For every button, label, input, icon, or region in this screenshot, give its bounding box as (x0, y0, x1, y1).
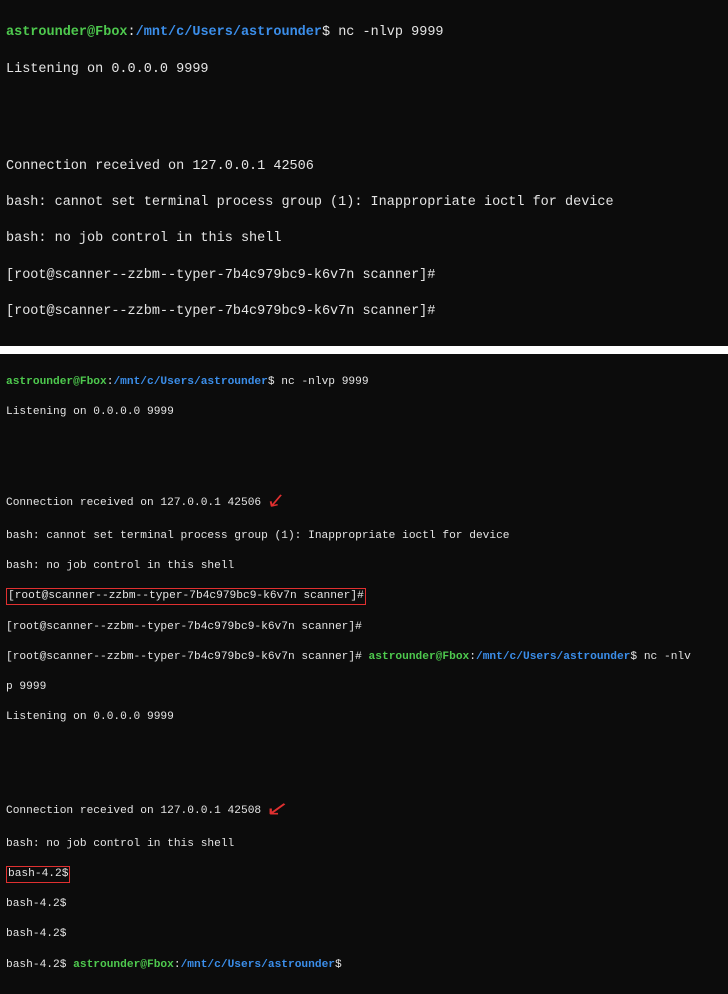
output-line: Listening on 0.0.0.0 9999 (6, 710, 722, 725)
output-line: bash: no job control in this shell (6, 230, 722, 248)
root-prompt: [root@scanner--zzbm--typer-7b4c979bc9-k6… (6, 651, 369, 663)
output-line: bash: no job control in this shell (6, 559, 722, 574)
output-line: bash: cannot set terminal process group … (6, 194, 722, 212)
bash-prompt: bash-4.2$ (6, 897, 722, 912)
command-text: nc -nlv (644, 651, 691, 663)
cwd-path: /mnt/c/Users/astrounder (136, 25, 322, 40)
output-line: Listening on 0.0.0.0 9999 (6, 61, 722, 79)
user-host: astrounder@Fbox (369, 651, 470, 663)
bash-prompt: bash-4.2$ (6, 959, 73, 971)
dollar: $ (268, 376, 275, 388)
dollar: $ (335, 959, 342, 971)
output-line: Listening on 0.0.0.0 9999 (6, 405, 722, 420)
terminal-session-bottom: astrounder@Fbox:/mnt/c/Users/astrounder$… (0, 354, 728, 994)
command-text: nc -nlvp 9999 (281, 376, 368, 388)
highlight-box: bash-4.2$ (6, 866, 70, 883)
prompt-line: bash-4.2$ astrounder@Fbox:/mnt/c/Users/a… (6, 958, 722, 973)
highlight-box: [root@scanner--zzbm--typer-7b4c979bc9-k6… (6, 588, 366, 605)
output-line-boxed: bash-4.2$ (6, 867, 722, 882)
cwd-path: /mnt/c/Users/astrounder (181, 959, 335, 971)
dollar: $ (630, 651, 637, 663)
prompt-line: astrounder@Fbox:/mnt/c/Users/astrounder$… (6, 375, 722, 390)
annotation-arrow-icon: ↙ (266, 797, 289, 824)
output-line: bash: no job control in this shell (6, 837, 722, 852)
output-line: Connection received on 127.0.0.1 42506 (6, 158, 722, 176)
sep: : (469, 651, 476, 663)
terminal-session-top: astrounder@Fbox:/mnt/c/Users/astrounder$… (0, 0, 728, 346)
cwd-path: /mnt/c/Users/astrounder (476, 651, 630, 663)
image-divider (0, 346, 728, 354)
root-prompt: [root@scanner--zzbm--typer-7b4c979bc9-k6… (6, 620, 722, 635)
sep: : (174, 959, 181, 971)
user-host: astrounder@Fbox (6, 25, 128, 40)
prompt-line: astrounder@Fbox:/mnt/c/Users/astrounder$… (6, 24, 722, 42)
user-host: astrounder@Fbox (73, 959, 174, 971)
output-line-with-arrow: Connection received on 127.0.0.1 42508 ↙ (6, 795, 722, 822)
bash-prompt: bash-4.2$ (6, 927, 722, 942)
root-prompt: [root@scanner--zzbm--typer-7b4c979bc9-k6… (6, 267, 722, 285)
annotation-arrow-icon: ↙ (265, 489, 289, 517)
output-line: p 9999 (6, 680, 722, 695)
sep: : (128, 25, 136, 40)
dollar: $ (322, 25, 330, 40)
prompt-line: [root@scanner--zzbm--typer-7b4c979bc9-k6… (6, 650, 722, 665)
output-text: Connection received on 127.0.0.1 42506 (6, 497, 261, 509)
root-prompt: [root@scanner--zzbm--typer-7b4c979bc9-k6… (6, 303, 722, 321)
cwd-path: /mnt/c/Users/astrounder (113, 376, 267, 388)
output-line-with-arrow: Connection received on 127.0.0.1 42506↙ (6, 489, 722, 513)
output-line: bash: cannot set terminal process group … (6, 529, 722, 544)
output-line-boxed: [root@scanner--zzbm--typer-7b4c979bc9-k6… (6, 589, 722, 604)
output-text: Connection received on 127.0.0.1 42508 (6, 805, 261, 817)
command-text: nc -nlvp 9999 (338, 25, 443, 40)
user-host: astrounder@Fbox (6, 376, 107, 388)
